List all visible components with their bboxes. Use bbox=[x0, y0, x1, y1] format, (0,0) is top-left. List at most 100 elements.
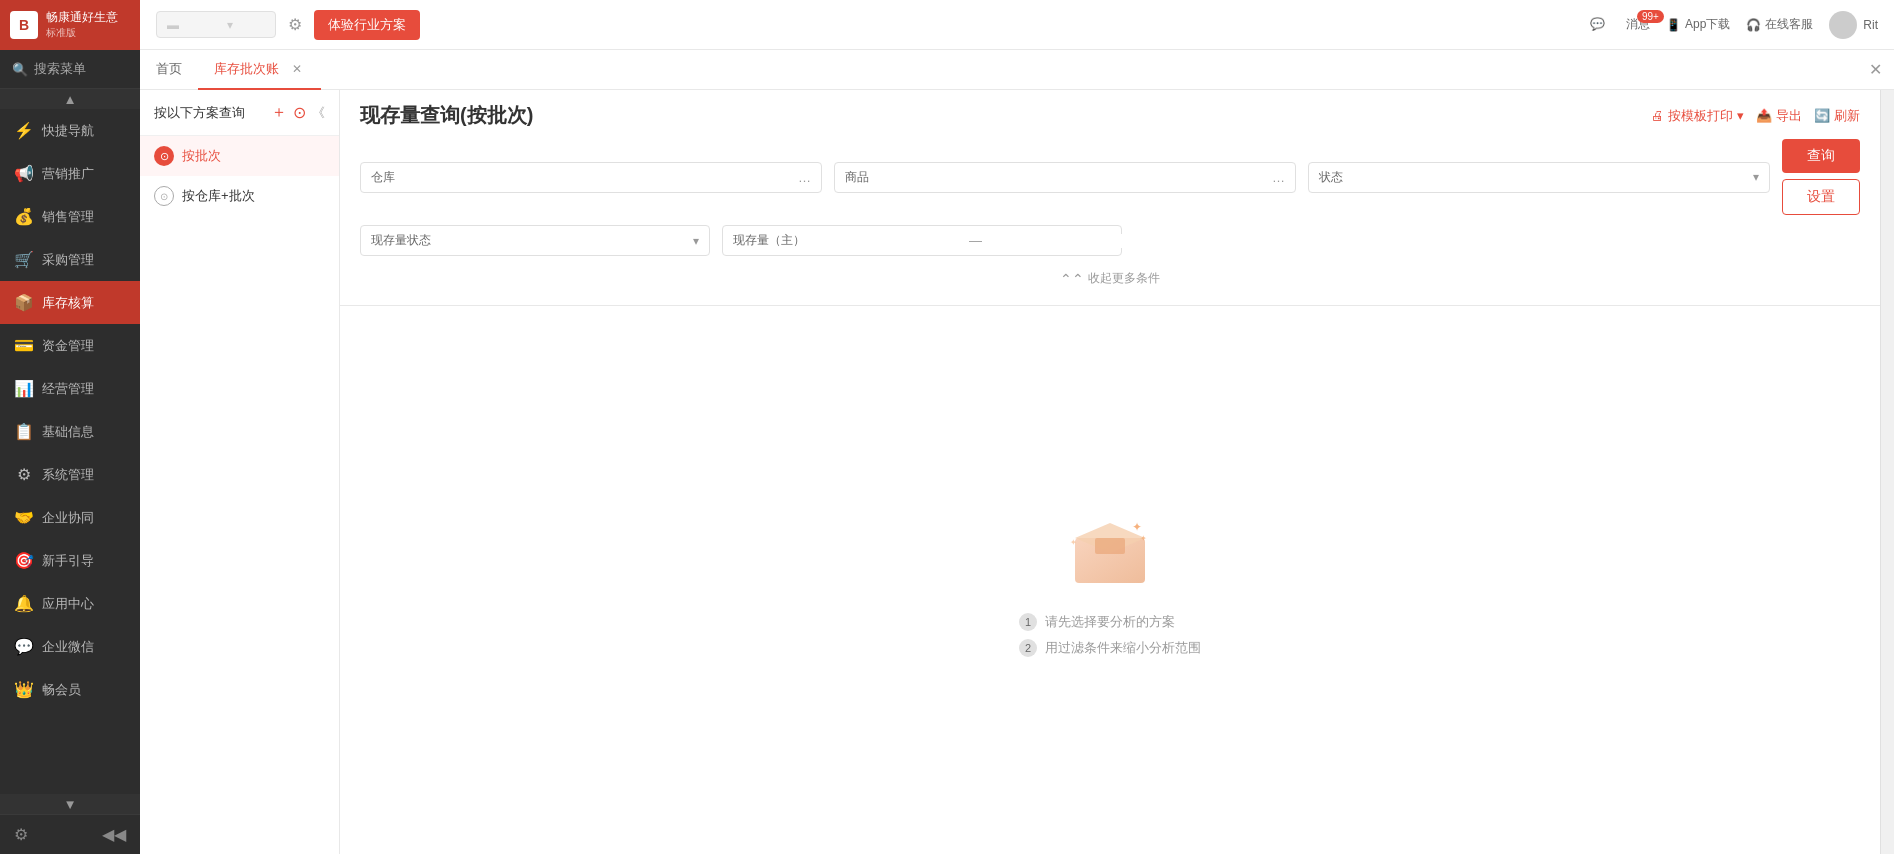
app-download-section[interactable]: 📱 App下载 bbox=[1666, 16, 1730, 33]
sidebar-item-label: 企业协同 bbox=[42, 509, 94, 527]
inventory-icon: 📦 bbox=[14, 293, 34, 312]
warehouse-filter[interactable]: 仓库 … bbox=[360, 162, 822, 193]
search-icon: 🔍 bbox=[12, 62, 28, 77]
online-service-label: 在线客服 bbox=[1765, 16, 1813, 33]
sidebar-item-collab[interactable]: 🤝 企业协同 bbox=[0, 496, 140, 539]
export-btn-label: 导出 bbox=[1776, 107, 1802, 125]
page-actions: 🖨 按模板打印 ▾ 📤 导出 🔄 刷新 bbox=[1651, 107, 1860, 125]
topbar-search-box[interactable]: ▬ ▾ bbox=[156, 11, 276, 38]
sidebar-item-label: 营销推广 bbox=[42, 165, 94, 183]
app-version: 标准版 bbox=[46, 26, 118, 40]
sidebar-item-newbie[interactable]: 🎯 新手引导 bbox=[0, 539, 140, 582]
collapse-filters-btn[interactable]: ⌃⌃ 收起更多条件 bbox=[360, 262, 1860, 291]
user-name: Rit bbox=[1863, 18, 1878, 32]
sidebar-scroll-down[interactable]: ▼ bbox=[59, 793, 80, 816]
newbie-icon: 🎯 bbox=[14, 551, 34, 570]
export-icon: 📤 bbox=[1756, 108, 1772, 123]
left-panel-actions: ＋ ⊙ 《 bbox=[271, 102, 325, 123]
goods-filter[interactable]: 商品 … bbox=[834, 162, 1296, 193]
tab-close-all-icon[interactable]: ✕ bbox=[1857, 60, 1894, 79]
topbar-chevron-icon: ▾ bbox=[227, 18, 233, 32]
collapse-label: 收起更多条件 bbox=[1088, 270, 1160, 287]
stock-qty-filter[interactable]: 现存量（主） — bbox=[722, 225, 1122, 256]
settings-btn[interactable]: 设置 bbox=[1782, 179, 1860, 215]
warehouse-more-icon[interactable]: … bbox=[798, 170, 811, 185]
sidebar-item-shortcut[interactable]: ⚡ 快捷导航 bbox=[0, 109, 140, 152]
app-name: 畅康通好生意 bbox=[46, 10, 118, 26]
finance-icon: 💳 bbox=[14, 336, 34, 355]
stock-qty-to-input[interactable] bbox=[990, 234, 1140, 248]
settings-icon[interactable]: ⚙ bbox=[14, 825, 28, 844]
tip-item-1: 1 请先选择要分析的方案 bbox=[1019, 613, 1201, 631]
plan-list: ⊙ 按批次 ⊙ 按仓库+批次 bbox=[140, 136, 339, 854]
sidebar-scroll-up[interactable]: ▲ bbox=[59, 88, 80, 111]
content-area: 按以下方案查询 ＋ ⊙ 《 ⊙ 按批次 ⊙ 按仓库+批次 bbox=[140, 90, 1894, 854]
plan-item-batch[interactable]: ⊙ 按批次 bbox=[140, 136, 339, 176]
sidebar-item-system[interactable]: ⚙ 系统管理 bbox=[0, 453, 140, 496]
online-service-section[interactable]: 🎧 在线客服 bbox=[1746, 16, 1813, 33]
topbar-search-icon: ▬ bbox=[167, 18, 179, 32]
query-btn[interactable]: 查询 bbox=[1782, 139, 1860, 173]
filter-area: 现存量查询(按批次) 🖨 按模板打印 ▾ 📤 导出 🔄 bbox=[340, 90, 1880, 306]
collapse-panel-icon[interactable]: 《 bbox=[312, 104, 325, 122]
tab-close-icon[interactable]: ✕ bbox=[289, 61, 305, 77]
sidebar-item-label: 资金管理 bbox=[42, 337, 94, 355]
message-count: 99+ bbox=[1637, 10, 1664, 23]
left-panel-title: 按以下方案查询 bbox=[154, 104, 245, 122]
sidebar-item-operations[interactable]: 📊 经营管理 bbox=[0, 367, 140, 410]
right-scrollbar[interactable] bbox=[1880, 90, 1894, 854]
search-menu-label: 搜索菜单 bbox=[34, 60, 86, 78]
stock-qty-dash: — bbox=[961, 233, 990, 248]
refresh-icon: 🔄 bbox=[1814, 108, 1830, 123]
sidebar-item-wechat[interactable]: 💬 企业微信 bbox=[0, 625, 140, 668]
tab-home[interactable]: 首页 bbox=[140, 50, 198, 90]
message-section[interactable]: 💬 99+ 消息 bbox=[1590, 16, 1650, 33]
status-filter[interactable]: 状态 ▾ bbox=[1308, 162, 1770, 193]
wechat-icon: 💬 bbox=[14, 637, 34, 656]
sidebar-item-finance[interactable]: 💳 资金管理 bbox=[0, 324, 140, 367]
main-content: ✦ ✦ ✦ 1 请先选择要分析的方案 2 用过滤条件来缩小分析范围 bbox=[340, 306, 1880, 854]
message-icon: 💬 bbox=[1590, 17, 1605, 31]
tabs-bar: 首页 库存批次账 ✕ ✕ bbox=[140, 50, 1894, 90]
sidebar-item-purchase[interactable]: 🛒 采购管理 bbox=[0, 238, 140, 281]
topbar-search-text bbox=[185, 16, 221, 33]
collapse-icon[interactable]: ◀◀ bbox=[102, 825, 126, 844]
sidebar-item-marketing[interactable]: 📢 营销推广 bbox=[0, 152, 140, 195]
sidebar-item-label: 企业微信 bbox=[42, 638, 94, 656]
add-plan-icon[interactable]: ＋ bbox=[271, 102, 287, 123]
experience-btn[interactable]: 体验行业方案 bbox=[314, 10, 420, 40]
avatar bbox=[1829, 11, 1857, 39]
settings-plan-icon[interactable]: ⊙ bbox=[293, 103, 306, 122]
sidebar-item-basic-info[interactable]: 📋 基础信息 bbox=[0, 410, 140, 453]
topbar-gear-icon[interactable]: ⚙ bbox=[288, 15, 302, 34]
sidebar-item-label: 经营管理 bbox=[42, 380, 94, 398]
export-btn[interactable]: 📤 导出 bbox=[1756, 107, 1802, 125]
topbar: ▬ ▾ ⚙ 体验行业方案 💬 99+ 消息 📱 App下载 🎧 在线客服 Rit bbox=[140, 0, 1894, 50]
tab-inventory-batch[interactable]: 库存批次账 ✕ bbox=[198, 50, 321, 90]
user-section[interactable]: Rit bbox=[1829, 11, 1878, 39]
shortcut-icon: ⚡ bbox=[14, 121, 34, 140]
stock-qty-from-input[interactable] bbox=[811, 234, 961, 248]
sidebar-item-app-center[interactable]: 🔔 应用中心 bbox=[0, 582, 140, 625]
collab-icon: 🤝 bbox=[14, 508, 34, 527]
plan-item-warehouse-batch[interactable]: ⊙ 按仓库+批次 bbox=[140, 176, 339, 216]
print-chevron-icon: ▾ bbox=[1737, 108, 1744, 123]
status-chevron-icon: ▾ bbox=[1753, 170, 1759, 184]
print-btn[interactable]: 🖨 按模板打印 ▾ bbox=[1651, 107, 1744, 125]
goods-label: 商品 bbox=[845, 169, 869, 186]
headset-icon: 🎧 bbox=[1746, 18, 1761, 32]
stock-status-filter[interactable]: 现存量状态 ▾ bbox=[360, 225, 710, 256]
print-btn-label: 按模板打印 bbox=[1668, 107, 1733, 125]
plan-item-label: 按批次 bbox=[182, 147, 221, 165]
sidebar-item-vip[interactable]: 👑 畅会员 bbox=[0, 668, 140, 711]
goods-more-icon[interactable]: … bbox=[1272, 170, 1285, 185]
refresh-btn[interactable]: 🔄 刷新 bbox=[1814, 107, 1860, 125]
empty-tips: 1 请先选择要分析的方案 2 用过滤条件来缩小分析范围 bbox=[1019, 613, 1201, 657]
sidebar-item-label: 畅会员 bbox=[42, 681, 81, 699]
search-menu[interactable]: 🔍 搜索菜单 bbox=[0, 50, 140, 89]
tip-text-2: 用过滤条件来缩小分析范围 bbox=[1045, 639, 1201, 657]
sidebar-item-sales[interactable]: 💰 销售管理 bbox=[0, 195, 140, 238]
sidebar-item-inventory[interactable]: 📦 库存核算 bbox=[0, 281, 140, 324]
vip-icon: 👑 bbox=[14, 680, 34, 699]
tip-num-2: 2 bbox=[1019, 639, 1037, 657]
